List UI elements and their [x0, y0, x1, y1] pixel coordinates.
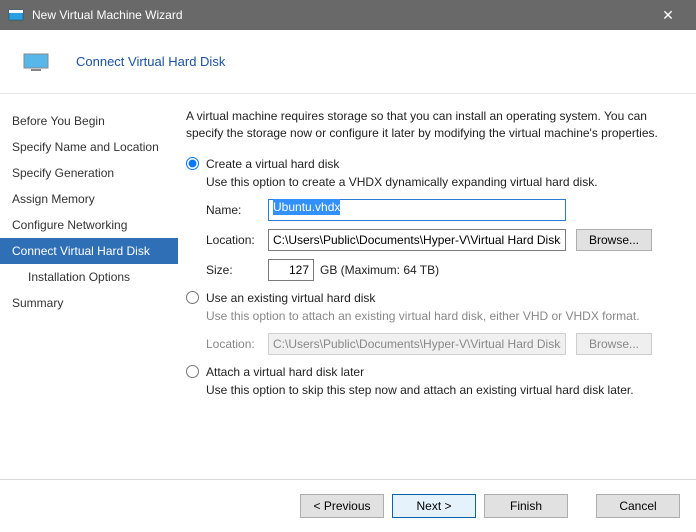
- input-vhd-name[interactable]: Ubuntu.vhdx: [268, 199, 566, 221]
- wizard-header-icon: [22, 52, 50, 72]
- step-before-you-begin[interactable]: Before You Begin: [0, 108, 178, 134]
- wizard-main: A virtual machine requires storage so th…: [178, 94, 696, 479]
- close-icon[interactable]: ✕: [648, 7, 688, 24]
- label-vhd-location: Location:: [206, 233, 268, 247]
- desc-existing-vhd: Use this option to attach an existing vi…: [186, 309, 682, 323]
- window-title: New Virtual Machine Wizard: [32, 8, 648, 22]
- input-vhd-size[interactable]: [268, 259, 314, 281]
- titlebar: New Virtual Machine Wizard ✕: [0, 0, 696, 30]
- radio-existing-vhd[interactable]: [186, 291, 199, 304]
- option-create-vhd: Create a virtual hard disk Use this opti…: [186, 157, 682, 281]
- wizard-footer: < Previous Next > Finish Cancel: [0, 479, 696, 531]
- radio-attach-later[interactable]: [186, 365, 199, 378]
- wizard-sys-icon: [8, 7, 24, 23]
- label-attach-later: Attach a virtual hard disk later: [206, 365, 364, 379]
- radio-create-vhd[interactable]: [186, 157, 199, 170]
- browse-location-button[interactable]: Browse...: [576, 229, 652, 251]
- cancel-button[interactable]: Cancel: [596, 494, 680, 518]
- input-vhd-location[interactable]: [268, 229, 566, 251]
- page-title: Connect Virtual Hard Disk: [76, 54, 225, 69]
- label-vhd-name: Name:: [206, 203, 268, 217]
- next-button[interactable]: Next >: [392, 494, 476, 518]
- intro-text: A virtual machine requires storage so th…: [186, 108, 682, 143]
- desc-create-vhd: Use this option to create a VHDX dynamic…: [186, 175, 682, 189]
- finish-button[interactable]: Finish: [484, 494, 568, 518]
- previous-button[interactable]: < Previous: [300, 494, 384, 518]
- input-existing-location: [268, 333, 566, 355]
- label-existing-location: Location:: [206, 337, 268, 351]
- label-vhd-size: Size:: [206, 263, 268, 277]
- step-assign-memory[interactable]: Assign Memory: [0, 186, 178, 212]
- step-summary[interactable]: Summary: [0, 290, 178, 316]
- step-specify-generation[interactable]: Specify Generation: [0, 160, 178, 186]
- wizard-sidebar: Before You Begin Specify Name and Locati…: [0, 94, 178, 479]
- label-create-vhd: Create a virtual hard disk: [206, 157, 339, 171]
- option-attach-later: Attach a virtual hard disk later Use thi…: [186, 365, 682, 397]
- option-existing-vhd: Use an existing virtual hard disk Use th…: [186, 291, 682, 355]
- label-existing-vhd: Use an existing virtual hard disk: [206, 291, 375, 305]
- step-configure-networking[interactable]: Configure Networking: [0, 212, 178, 238]
- wizard-header: Connect Virtual Hard Disk: [0, 30, 696, 94]
- step-installation-options[interactable]: Installation Options: [0, 264, 178, 290]
- desc-attach-later: Use this option to skip this step now an…: [186, 383, 682, 397]
- step-specify-name-location[interactable]: Specify Name and Location: [0, 134, 178, 160]
- step-connect-virtual-hard-disk[interactable]: Connect Virtual Hard Disk: [0, 238, 178, 264]
- label-vhd-size-unit: GB (Maximum: 64 TB): [320, 263, 439, 277]
- browse-existing-button: Browse...: [576, 333, 652, 355]
